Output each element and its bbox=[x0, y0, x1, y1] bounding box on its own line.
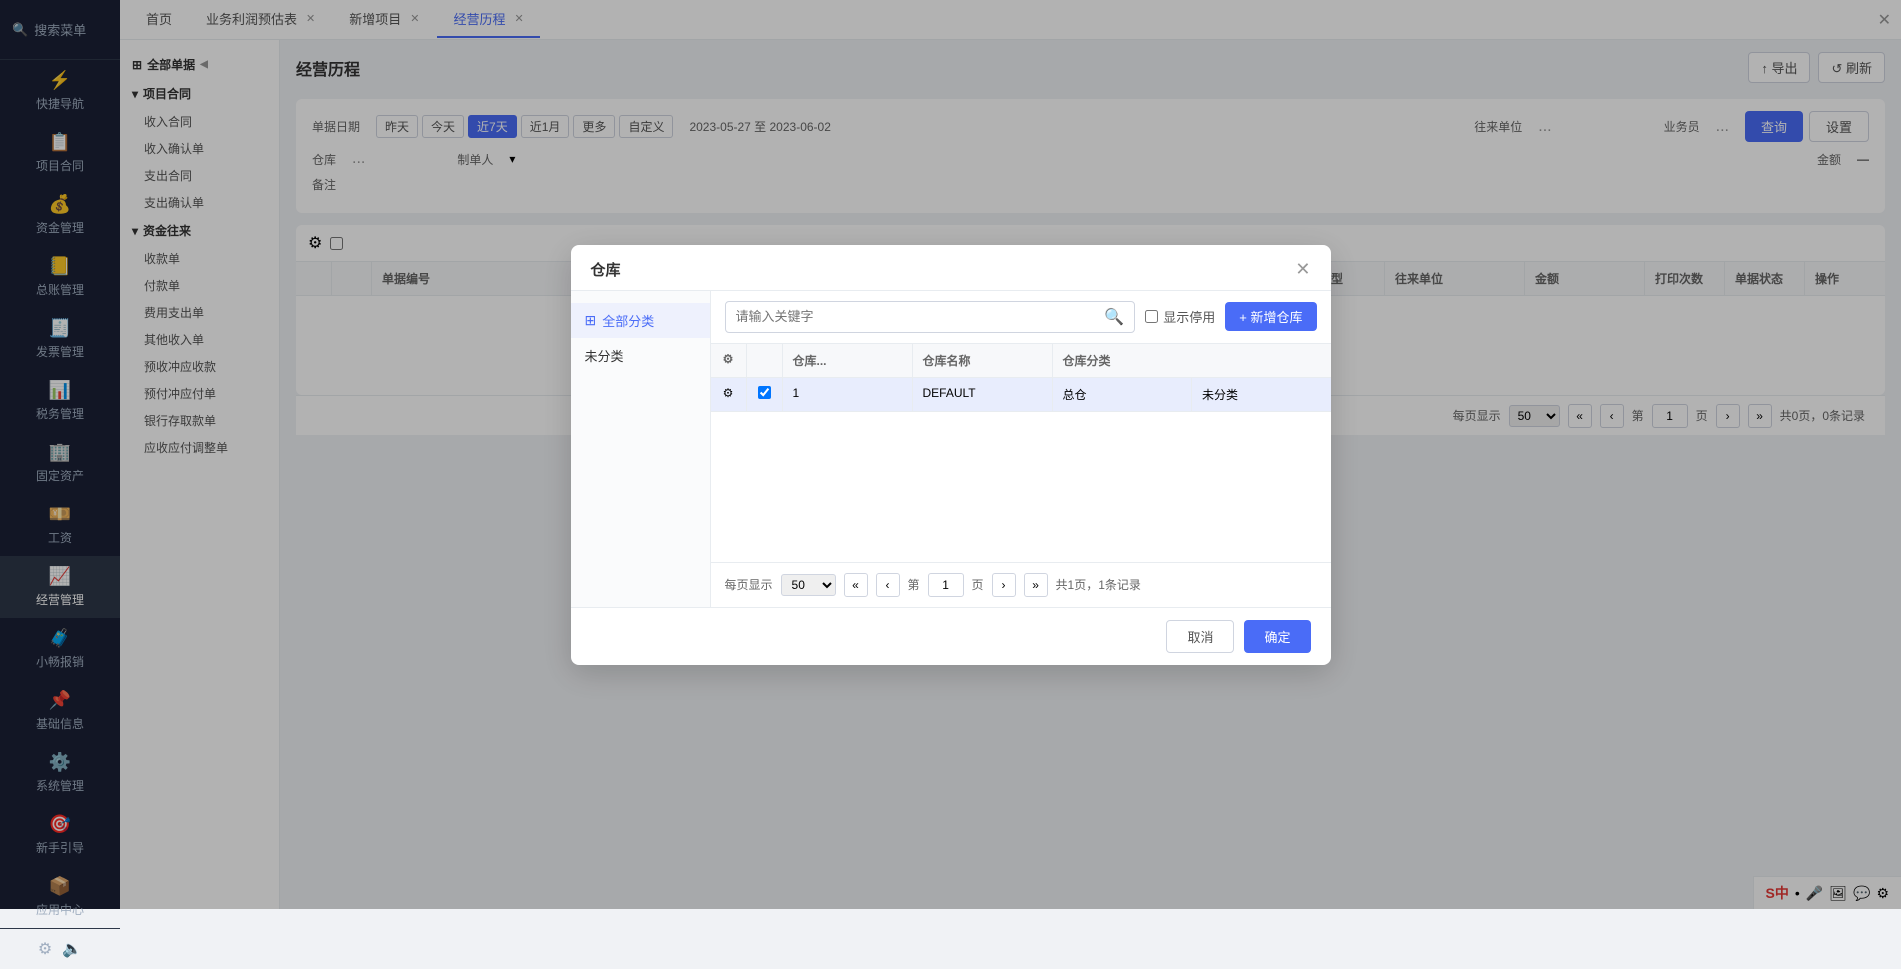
modal-page-size-label: 每页显示 bbox=[725, 576, 773, 593]
modal-page-total: 共1页，1条记录 bbox=[1056, 576, 1141, 593]
warehouse-modal: 仓库 ✕ ⊞ 全部分类 未分类 🔍 bbox=[571, 245, 1331, 665]
grid-icon-cat: ⊞ bbox=[585, 312, 597, 329]
row-gear[interactable]: ⚙ bbox=[711, 378, 747, 411]
modal-title: 仓库 bbox=[591, 259, 621, 280]
show-disabled-label[interactable]: 显示停用 bbox=[1145, 307, 1215, 326]
row-code: 1 bbox=[783, 378, 913, 411]
modal-page-word: 第 bbox=[908, 576, 920, 593]
modal-page-word-2: 页 bbox=[972, 576, 984, 593]
mth-check bbox=[747, 344, 783, 377]
volume-icon[interactable]: 🔈 bbox=[62, 939, 82, 959]
add-warehouse-button[interactable]: + 新增仓库 bbox=[1225, 302, 1316, 331]
mth-code: 仓库... bbox=[783, 344, 913, 377]
modal-next-page-btn[interactable]: › bbox=[992, 573, 1016, 597]
modal-first-page-btn[interactable]: « bbox=[844, 573, 868, 597]
modal-footer-pagination: 每页显示 50 100 « ‹ 第 页 › » 共1页，1条记录 bbox=[711, 562, 1331, 607]
row-checkbox[interactable] bbox=[758, 386, 771, 399]
modal-overlay: 仓库 ✕ ⊞ 全部分类 未分类 🔍 bbox=[0, 0, 1901, 909]
modal-page-size-select[interactable]: 50 100 bbox=[781, 574, 836, 596]
modal-header: 仓库 ✕ bbox=[571, 245, 1331, 291]
show-disabled-text: 显示停用 bbox=[1163, 307, 1215, 326]
modal-page-input[interactable] bbox=[928, 573, 964, 597]
modal-search-input[interactable] bbox=[726, 304, 1095, 329]
modal-search-box: 🔍 bbox=[725, 301, 1136, 333]
mth-category: 仓库分类 bbox=[1053, 344, 1331, 377]
show-disabled-checkbox[interactable] bbox=[1145, 310, 1158, 323]
category-all[interactable]: ⊞ 全部分类 bbox=[571, 303, 710, 338]
category-unclassified[interactable]: 未分类 bbox=[571, 338, 710, 373]
mth-name: 仓库名称 bbox=[913, 344, 1053, 377]
modal-right: 🔍 显示停用 + 新增仓库 ⚙ bbox=[711, 291, 1331, 607]
row-wh-code: DEFAULT bbox=[913, 378, 1053, 411]
row-check[interactable] bbox=[747, 378, 783, 411]
modal-table-head: ⚙ 仓库... 仓库名称 仓库分类 bbox=[711, 344, 1331, 378]
modal-close-btn[interactable]: ✕ bbox=[1295, 259, 1310, 280]
row-wh-category: 未分类 bbox=[1192, 378, 1331, 411]
settings-bottom-icon[interactable]: ⚙ bbox=[38, 939, 52, 959]
modal-categories: ⊞ 全部分类 未分类 bbox=[571, 291, 711, 607]
modal-prev-page-btn[interactable]: ‹ bbox=[876, 573, 900, 597]
modal-table: ⚙ 仓库... 仓库名称 仓库分类 bbox=[711, 344, 1331, 562]
modal-actions: 取消 确定 bbox=[571, 607, 1331, 665]
modal-confirm-btn[interactable]: 确定 bbox=[1244, 620, 1310, 653]
modal-cancel-btn[interactable]: 取消 bbox=[1166, 620, 1234, 653]
category-unclassified-label: 未分类 bbox=[585, 346, 624, 365]
modal-toolbar: 🔍 显示停用 + 新增仓库 bbox=[711, 291, 1331, 344]
modal-last-page-btn[interactable]: » bbox=[1024, 573, 1048, 597]
sidebar-bottom: ⚙ 🔈 bbox=[0, 928, 120, 969]
modal-search-icon[interactable]: 🔍 bbox=[1094, 302, 1134, 332]
modal-body: ⊞ 全部分类 未分类 🔍 显示停用 bbox=[571, 291, 1331, 607]
category-all-label: 全部分类 bbox=[602, 311, 654, 330]
row-wh-name: 总仓 bbox=[1053, 378, 1193, 411]
mth-gear: ⚙ bbox=[711, 344, 747, 377]
warehouse-row-1[interactable]: ⚙ 1 DEFAULT 总仓 未分类 bbox=[711, 378, 1331, 412]
